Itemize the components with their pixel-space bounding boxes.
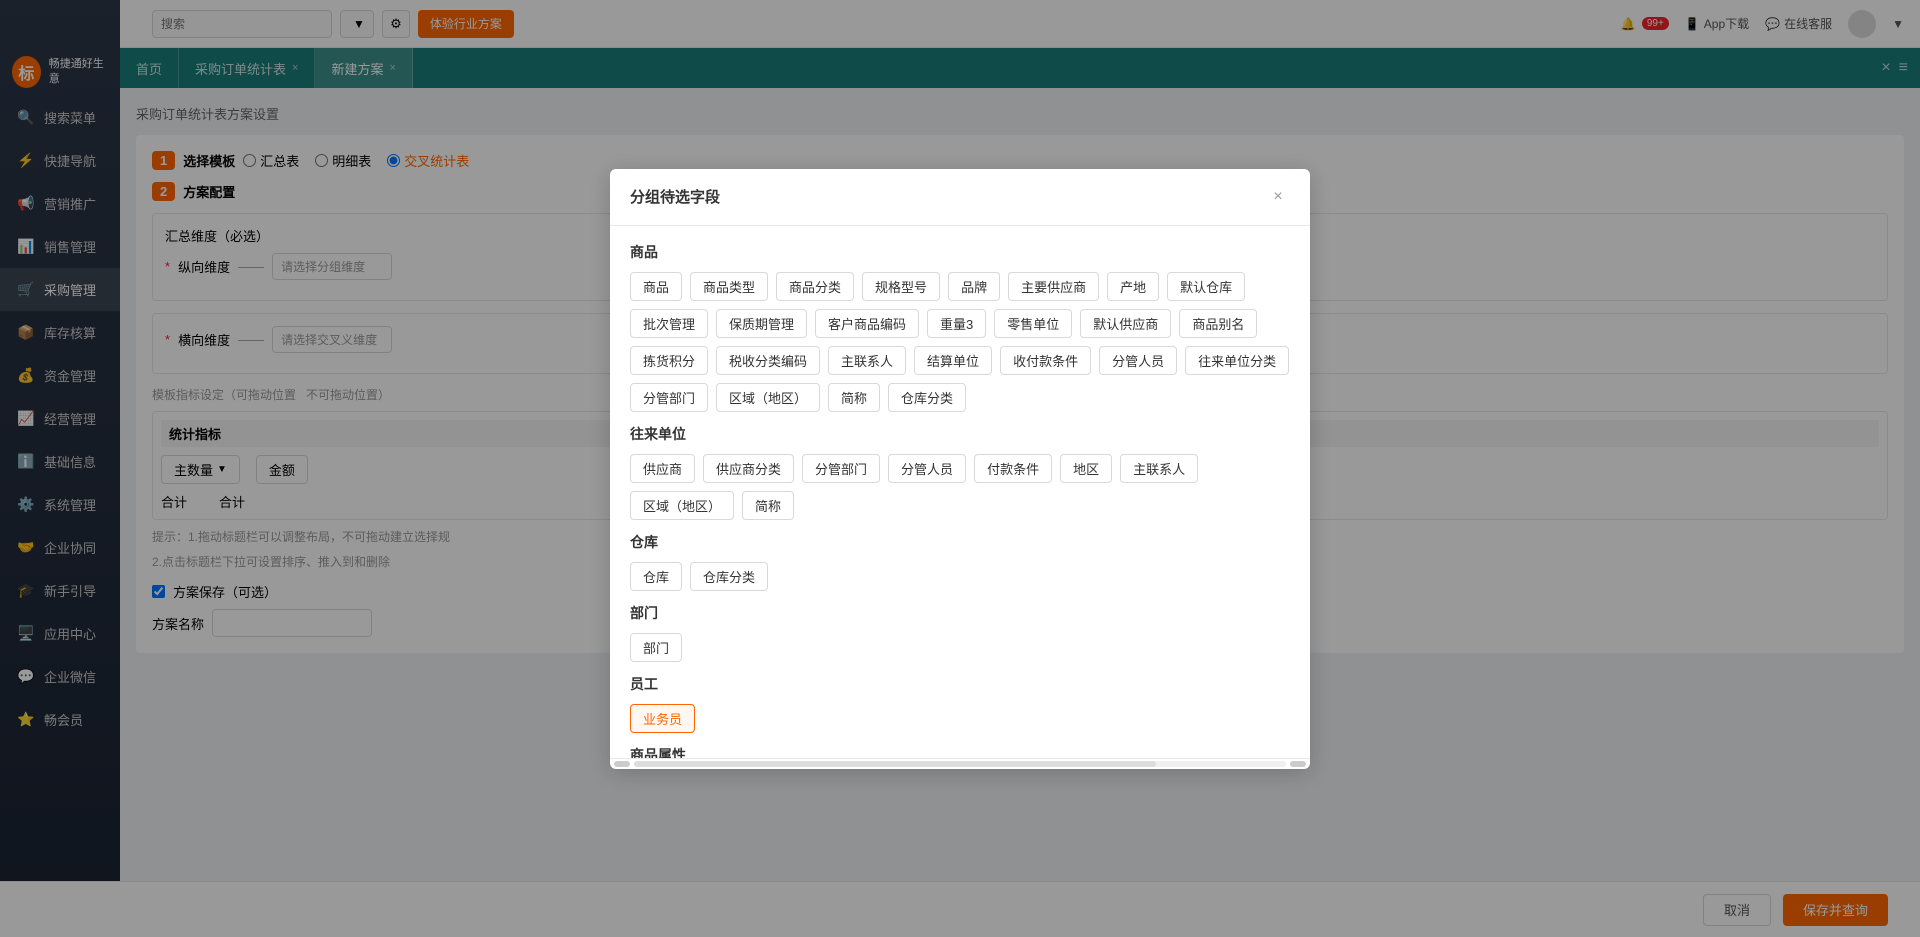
chip-manager2[interactable]: 分管人员	[888, 454, 966, 483]
modal-overlay: 分组待选字段 × 商品 商品 商品类型 商品分类 规格型号 品牌 主要供应商 产…	[0, 0, 1920, 937]
chip-supplier-cat[interactable]: 供应商分类	[703, 454, 794, 483]
section-title-attributes: 商品属性	[630, 745, 1290, 758]
chip-tax-code[interactable]: 税收分类编码	[716, 346, 820, 375]
chip-origin[interactable]: 产地	[1107, 272, 1159, 301]
section-title-warehouse: 仓库	[630, 532, 1290, 552]
chip-short-name[interactable]: 简称	[828, 383, 880, 412]
horizontal-scrollbar[interactable]	[634, 761, 1286, 767]
chip-dept2[interactable]: 分管部门	[802, 454, 880, 483]
chip-area2[interactable]: 区域（地区）	[630, 491, 734, 520]
chip-retail-unit[interactable]: 零售单位	[994, 309, 1072, 338]
chip-default-supplier[interactable]: 默认供应商	[1080, 309, 1171, 338]
chip-shelf-life[interactable]: 保质期管理	[716, 309, 807, 338]
modal-body[interactable]: 商品 商品 商品类型 商品分类 规格型号 品牌 主要供应商 产地 默认仓库 批次…	[610, 226, 1310, 758]
chip-short2[interactable]: 简称	[742, 491, 794, 520]
goods-chips: 商品 商品类型 商品分类 规格型号 品牌 主要供应商 产地 默认仓库 批次管理 …	[630, 272, 1290, 412]
chip-supplier[interactable]: 供应商	[630, 454, 695, 483]
scroll-right-btn[interactable]	[1290, 761, 1306, 767]
section-title-goods: 商品	[630, 242, 1290, 262]
chip-main-contact[interactable]: 主联系人	[828, 346, 906, 375]
counterpart-chips: 供应商 供应商分类 分管部门 分管人员 付款条件 地区 主联系人 区域（地区） …	[630, 454, 1290, 520]
modal-scrollbar-area	[610, 758, 1310, 769]
chip-region[interactable]: 地区	[1060, 454, 1112, 483]
section-title-staff: 员工	[630, 674, 1290, 694]
chip-warehouse-category[interactable]: 仓库分类	[690, 562, 768, 591]
scroll-thumb	[634, 761, 1156, 767]
staff-chips: 业务员	[630, 704, 1290, 733]
chip-batch-mgmt[interactable]: 批次管理	[630, 309, 708, 338]
chip-pick-points[interactable]: 拣货积分	[630, 346, 708, 375]
chip-settle-unit[interactable]: 结算单位	[914, 346, 992, 375]
chip-main-contact2[interactable]: 主联系人	[1120, 454, 1198, 483]
chip-dept[interactable]: 部门	[630, 633, 682, 662]
chip-default-warehouse[interactable]: 默认仓库	[1167, 272, 1245, 301]
modal-title: 分组待选字段	[630, 186, 720, 207]
chip-pay-terms[interactable]: 付款条件	[974, 454, 1052, 483]
section-title-counterpart: 往来单位	[630, 424, 1290, 444]
chip-alias[interactable]: 商品别名	[1179, 309, 1257, 338]
dept-chips: 部门	[630, 633, 1290, 662]
chip-goods-type[interactable]: 商品类型	[690, 272, 768, 301]
chip-manager[interactable]: 分管人员	[1099, 346, 1177, 375]
chip-customer-code[interactable]: 客户商品编码	[815, 309, 919, 338]
chip-main-supplier[interactable]: 主要供应商	[1008, 272, 1099, 301]
field-select-modal: 分组待选字段 × 商品 商品 商品类型 商品分类 规格型号 品牌 主要供应商 产…	[610, 169, 1310, 769]
chip-spec-model[interactable]: 规格型号	[862, 272, 940, 301]
chip-weight3[interactable]: 重量3	[927, 309, 986, 338]
section-title-dept: 部门	[630, 603, 1290, 623]
chip-payment-terms[interactable]: 收付款条件	[1000, 346, 1091, 375]
warehouse-chips: 仓库 仓库分类	[630, 562, 1290, 591]
chip-counterpart-category[interactable]: 往来单位分类	[1185, 346, 1289, 375]
chip-goods[interactable]: 商品	[630, 272, 682, 301]
modal-header: 分组待选字段 ×	[610, 169, 1310, 226]
modal-close-button[interactable]: ×	[1266, 185, 1290, 209]
chip-dept-managed[interactable]: 分管部门	[630, 383, 708, 412]
chip-salesperson[interactable]: 业务员	[630, 704, 695, 733]
chip-area[interactable]: 区域（地区）	[716, 383, 820, 412]
chip-brand[interactable]: 品牌	[948, 272, 1000, 301]
chip-warehouse[interactable]: 仓库	[630, 562, 682, 591]
scroll-left-btn[interactable]	[614, 761, 630, 767]
chip-goods-category[interactable]: 商品分类	[776, 272, 854, 301]
chip-warehouse-cat[interactable]: 仓库分类	[888, 383, 966, 412]
